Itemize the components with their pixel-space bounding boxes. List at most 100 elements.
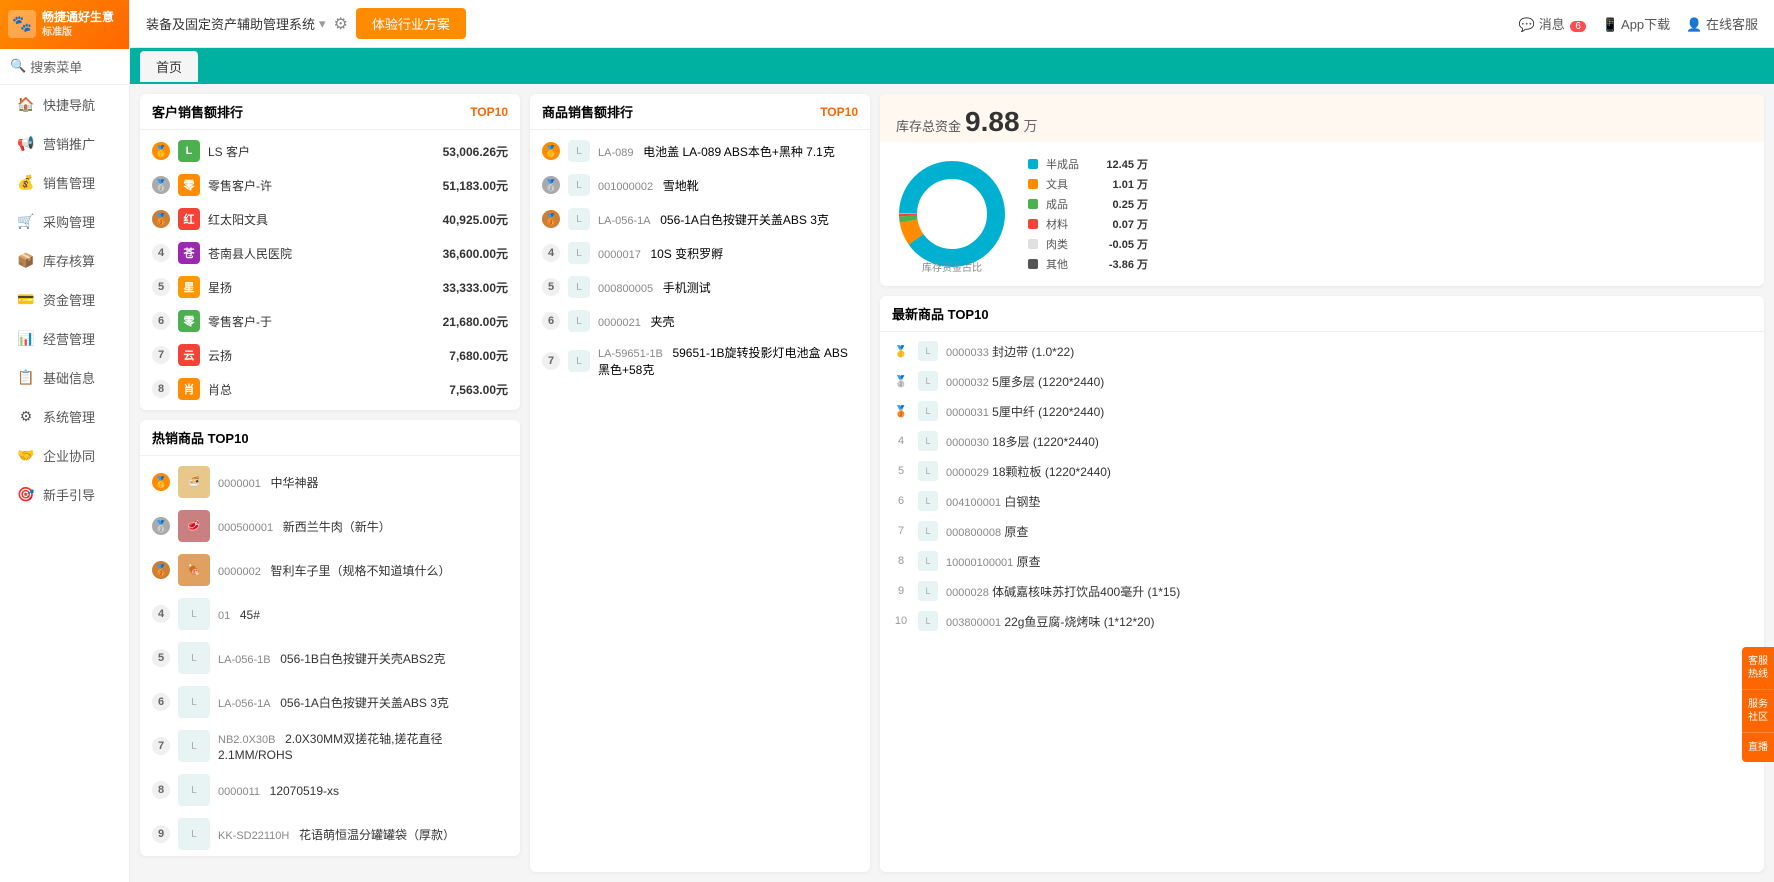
float-btn-live[interactable]: 直播 — [1742, 733, 1774, 762]
hot-products-header: 热销商品 TOP10 — [140, 420, 520, 456]
rank-number-9: 9 — [892, 585, 910, 597]
product-name: 封边带 (1.0*22) — [992, 345, 1074, 359]
inventory-total: 库存总资金 9.88 万 — [896, 106, 1748, 138]
service-btn[interactable]: 👤 在线客服 — [1686, 14, 1758, 33]
search-menu[interactable]: 🔍 搜索菜单 — [0, 49, 129, 85]
base-icon: 📋 — [17, 368, 35, 386]
product-icon: L — [568, 242, 590, 264]
legend-item-finished: 成品 0.25 万 — [1028, 196, 1148, 212]
sidebar-item-finance[interactable]: 💳 资金管理 — [0, 280, 129, 319]
message-btn[interactable]: 💬 消息 6 — [1519, 14, 1586, 33]
rank-icon: 🥇 — [542, 142, 560, 160]
tab-home[interactable]: 首页 — [140, 51, 198, 82]
rank-number-2: 🥈 — [152, 176, 170, 194]
inventory-card: 库存总资金 9.88 万 — [880, 94, 1764, 286]
customer-ranking-header: 客户销售额排行 TOP10 — [140, 94, 520, 130]
sidebar-item-system[interactable]: ⚙ 系统管理 — [0, 397, 129, 436]
table-row: 6 L 0000021 夹壳 — [530, 304, 870, 338]
topbar-right: 💬 消息 6 📱 App下载 👤 在线客服 — [1519, 14, 1758, 33]
settings-icon[interactable]: ⚙ — [334, 14, 348, 34]
list-item: 🥉 L 0000031 5厘中纤 (1220*2440) — [880, 396, 1764, 426]
sidebar-item-base[interactable]: 📋 基础信息 — [0, 358, 129, 397]
table-row: 8 肖 肖总 7,563.00元 — [140, 372, 520, 406]
legend-dot — [1028, 159, 1038, 169]
product-info: 0000011 12070519-xs — [218, 783, 508, 798]
product-info: 003800001 22g鱼豆腐-烧烤味 (1*12*20) — [946, 613, 1752, 630]
product-info: LA-056-1B 056-1B白色按键开关壳ABS2克 — [218, 650, 508, 667]
product-icon: L — [918, 341, 938, 361]
sidebar-item-operation[interactable]: 📊 经营管理 — [0, 319, 129, 358]
product-icon: L — [568, 140, 590, 162]
search-label: 搜索菜单 — [30, 57, 82, 76]
float-btn-service[interactable]: 客服热线 — [1742, 647, 1774, 690]
topbar: 装备及固定资产辅助管理系统 ▾ ⚙ 体验行业方案 💬 消息 6 📱 App下载 … — [130, 0, 1774, 48]
sidebar-item-inventory[interactable]: 📦 库存核算 — [0, 241, 129, 280]
product-icon: L — [918, 491, 938, 511]
product-info: NB2.0X30B 2.0X30MM双搓花轴,搓花直径2.1MM/ROHS — [218, 730, 508, 762]
sidebar-label-purchase: 采购管理 — [43, 212, 95, 231]
float-btn-community[interactable]: 服务社区 — [1742, 690, 1774, 733]
customer-value: 36,600.00元 — [443, 245, 508, 262]
product-name: 白钢垫 — [1004, 495, 1040, 509]
product-info: 004100001 白钢垫 — [946, 493, 1752, 510]
rank-number-5: 5 — [152, 278, 170, 296]
float-buttons: 客服热线 服务社区 直播 — [1742, 647, 1774, 762]
sidebar-item-marketing[interactable]: 📢 营销推广 — [0, 124, 129, 163]
table-row: 5 星 星扬 33,333.00元 — [140, 270, 520, 304]
dropdown-arrow-icon: ▾ — [319, 16, 326, 32]
selling-ranking-badge: TOP10 — [820, 105, 858, 119]
content-area: 客户销售额排行 TOP10 🥇 L LS 客户 53,006.26元 🥈 零 零… — [130, 84, 1774, 882]
customer-value: 33,333.00元 — [443, 279, 508, 296]
product-icon: L — [568, 310, 590, 332]
sidebar-item-purchase[interactable]: 🛒 采购管理 — [0, 202, 129, 241]
list-item: 8 L 10000100001 原查 — [880, 546, 1764, 576]
legend-name: 其他 — [1046, 256, 1090, 272]
product-name: 中华神器 — [270, 476, 318, 490]
product-info: 0000029 18颗粒板 (1220*2440) — [946, 463, 1752, 480]
operation-icon: 📊 — [17, 329, 35, 347]
table-row: 6 零 零售客户-于 21,680.00元 — [140, 304, 520, 338]
product-code: 0000021 — [598, 317, 641, 329]
product-icon: L — [568, 208, 590, 230]
product-name: 18颗粒板 (1220*2440) — [992, 465, 1111, 479]
product-name: 12070519-xs — [270, 784, 339, 798]
table-row: 🥈 L 001000002 雪地靴 — [530, 168, 870, 202]
system-selector[interactable]: 装备及固定资产辅助管理系统 ▾ — [146, 14, 326, 33]
rank-number-8: 8 — [152, 380, 170, 398]
sidebar-item-guide[interactable]: 🎯 新手引导 — [0, 475, 129, 514]
app-download-btn[interactable]: 📱 App下载 — [1602, 14, 1670, 33]
table-row: 5 L 000800005 手机测试 — [530, 270, 870, 304]
try-button[interactable]: 体验行业方案 — [356, 8, 466, 39]
customer-name: 零售客户-许 — [208, 177, 435, 194]
newest-products-card: 最新商品 TOP10 🥇 L 0000033 封边带 (1.0*22) 🥈 L … — [880, 296, 1764, 872]
product-name: 056-1A白色按键开关盖ABS 3克 — [280, 696, 449, 710]
inventory-label: 库存总资金 — [896, 116, 961, 135]
product-info: KK-SD22110H 花语萌恒温分罐罐袋（厚款） — [218, 826, 508, 843]
customer-name: LS 客户 — [208, 143, 435, 160]
customer-value: 40,925.00元 — [443, 211, 508, 228]
inventory-unit: 万 — [1024, 116, 1038, 136]
product-info: 0000032 5厘多层 (1220*2440) — [946, 373, 1752, 390]
table-row: 🥇 L LS 客户 53,006.26元 — [140, 134, 520, 168]
product-name: 电池盖 LA-089 ABS本色+黑种 7.1克 — [643, 145, 835, 159]
product-name: 新西兰牛肉（新牛） — [283, 520, 391, 534]
list-item: 7 L NB2.0X30B 2.0X30MM双搓花轴,搓花直径2.1MM/ROH… — [140, 724, 520, 768]
logo: 🐾 畅捷通好生意 标准版 — [0, 0, 129, 49]
product-icon: L — [568, 276, 590, 298]
product-info: LA-089 电池盖 LA-089 ABS本色+黑种 7.1克 — [598, 143, 858, 160]
sidebar: 🐾 畅捷通好生意 标准版 🔍 搜索菜单 🏠 快捷导航 📢 营销推广 💰 销售管理… — [0, 0, 130, 882]
sidebar-item-company[interactable]: 🤝 企业协同 — [0, 436, 129, 475]
logo-icon: 🐾 — [8, 10, 36, 38]
product-image-placeholder: L — [178, 774, 210, 806]
rank-number-4: 4 — [542, 244, 560, 262]
avatar: 星 — [178, 276, 200, 298]
customer-value: 51,183.00元 — [443, 177, 508, 194]
sidebar-item-home[interactable]: 🏠 快捷导航 — [0, 85, 129, 124]
sidebar-item-sales[interactable]: 💰 销售管理 — [0, 163, 129, 202]
legend-dot — [1028, 179, 1038, 189]
logo-title: 畅捷通好生意 — [42, 10, 114, 26]
legend-value: 12.45 万 — [1098, 156, 1148, 172]
product-code: 10000100001 — [946, 557, 1013, 569]
list-item: 🥈 L 0000032 5厘多层 (1220*2440) — [880, 366, 1764, 396]
product-code: 0000017 — [598, 249, 641, 261]
